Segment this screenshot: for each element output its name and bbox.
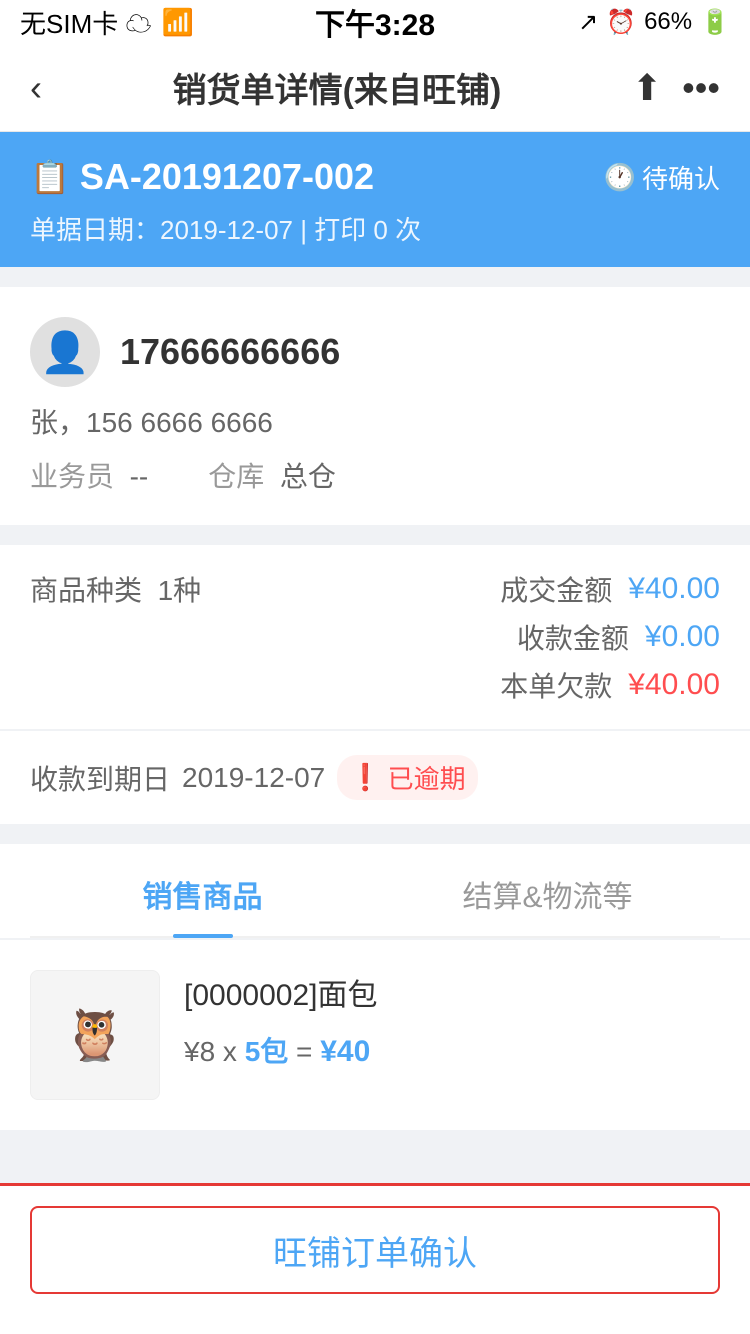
product-item: 🦉 [0000002]面包 ¥8 x 5包 = ¥40	[30, 970, 720, 1100]
overdue-badge: ❗ 已逾期	[337, 755, 477, 800]
back-button[interactable]: ‹	[30, 67, 42, 109]
tab-products[interactable]: 销售商品	[30, 844, 375, 936]
page-title: 销货单详情(来自旺铺)	[173, 63, 502, 112]
customer-row: 👤 17666666666	[30, 317, 720, 387]
owed-amount-row: 本单欠款 ¥40.00	[500, 665, 720, 705]
avatar: 👤	[30, 317, 100, 387]
sim-label: 无SIM卡 ☁	[20, 4, 151, 41]
status-right: ↗ ⏰ 66% 🔋	[578, 8, 730, 37]
battery-icon: 🔋	[700, 8, 730, 37]
order-icon: 📋	[30, 158, 70, 196]
payment-amount-row: 收款金额 ¥0.00	[517, 617, 720, 657]
summary-left: 商品种类 1种	[30, 569, 201, 609]
alarm-icon: ⏰	[606, 8, 636, 37]
nav-bar: ‹ 销货单详情(来自旺铺) ⬆ •••	[0, 44, 750, 132]
product-section: 🦉 [0000002]面包 ¥8 x 5包 = ¥40	[0, 940, 750, 1130]
bottom-bar: 旺铺订单确认	[0, 1183, 750, 1334]
customer-meta: 业务员 -- 仓库 总仓	[30, 455, 720, 495]
status-badge: 🕐 待确认	[604, 159, 720, 196]
header-card: 📋 SA-20191207-002 🕐 待确认 单据日期：2019-12-07 …	[0, 132, 750, 267]
battery-label: 66%	[644, 8, 692, 36]
due-date-value: 2019-12-07	[182, 762, 325, 794]
due-date-label: 收款到期日	[30, 758, 170, 798]
deal-amount-row: 成交金额 ¥40.00	[500, 569, 720, 609]
due-section: 收款到期日 2019-12-07 ❗ 已逾期	[0, 731, 750, 824]
product-price: ¥8 x 5包 = ¥40	[184, 1030, 720, 1070]
status-left: 无SIM卡 ☁ 📶	[20, 4, 194, 41]
nav-actions: ⬆ •••	[632, 67, 720, 109]
order-id: 📋 SA-20191207-002	[30, 156, 374, 198]
more-icon[interactable]: •••	[682, 67, 720, 109]
share-icon[interactable]: ⬆	[632, 67, 662, 109]
status-bar: 无SIM卡 ☁ 📶 下午3:28 ↗ ⏰ 66% 🔋	[0, 0, 750, 44]
order-meta: 单据日期：2019-12-07 | 打印 0 次	[30, 210, 720, 247]
tab-settlement[interactable]: 结算&物流等	[375, 844, 720, 936]
owed-amount-value: ¥40.00	[628, 668, 720, 702]
summary-right: 成交金额 ¥40.00 收款金额 ¥0.00 本单欠款 ¥40.00	[500, 569, 720, 705]
customer-name: 张，156 6666 6666	[30, 401, 720, 441]
order-header-row: 📋 SA-20191207-002 🕐 待确认	[30, 156, 720, 198]
product-info: [0000002]面包 ¥8 x 5包 = ¥40	[184, 970, 720, 1070]
warehouse-label: 仓库 总仓	[208, 455, 336, 495]
tabs-row: 销售商品 结算&物流等	[30, 844, 720, 938]
product-placeholder-icon: 🦉	[64, 1006, 126, 1065]
tabs-section: 销售商品 结算&物流等	[0, 844, 750, 938]
payment-amount-value: ¥0.00	[645, 620, 720, 654]
overdue-label: 已逾期	[388, 759, 466, 796]
product-image: 🦉	[30, 970, 160, 1100]
product-types-label: 商品种类 1种	[30, 569, 201, 609]
customer-section: 👤 17666666666 张，156 6666 6666 业务员 -- 仓库 …	[0, 287, 750, 525]
product-name: [0000002]面包	[184, 970, 720, 1014]
customer-phone: 17666666666	[120, 331, 340, 373]
wifi-icon: 📶	[161, 7, 193, 38]
status-time: 下午3:28	[315, 0, 435, 44]
location-icon: ↗	[578, 8, 598, 37]
clock-icon: 🕐	[604, 162, 636, 193]
confirm-order-button[interactable]: 旺铺订单确认	[30, 1206, 720, 1294]
salesperson-label: 业务员 --	[30, 455, 148, 495]
deal-amount-value: ¥40.00	[628, 572, 720, 606]
summary-section: 商品种类 1种 成交金额 ¥40.00 收款金额 ¥0.00 本单欠款 ¥40.…	[0, 545, 750, 729]
user-icon: 👤	[40, 329, 90, 376]
warning-icon: ❗	[349, 762, 381, 793]
